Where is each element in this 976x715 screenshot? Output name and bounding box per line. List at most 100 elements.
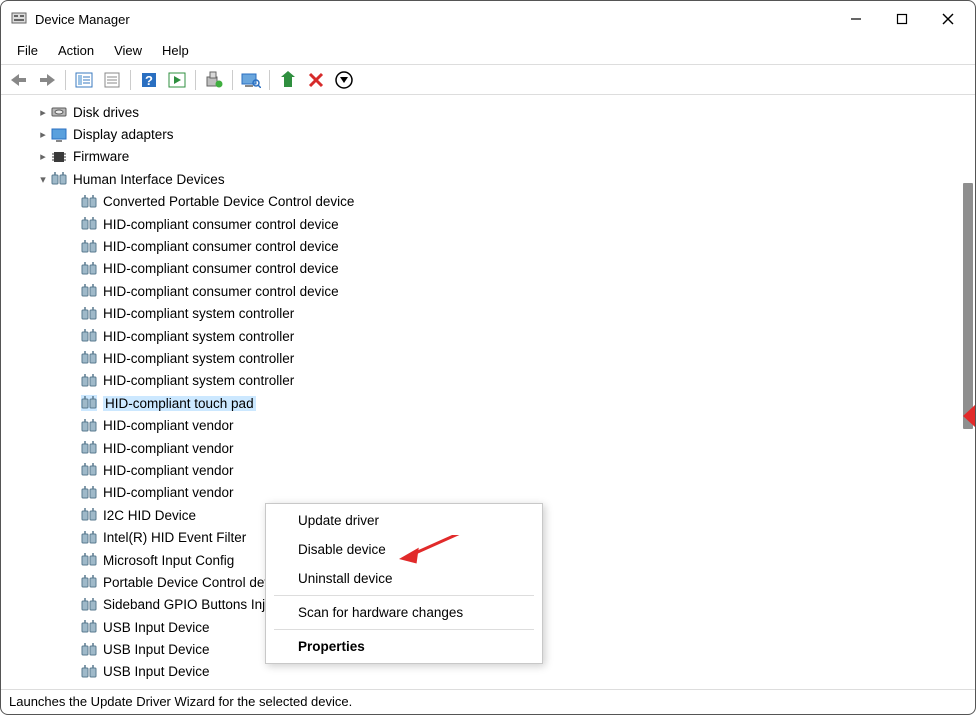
display-icon bbox=[51, 127, 67, 143]
back-icon[interactable] bbox=[7, 68, 31, 92]
hid-icon bbox=[51, 171, 67, 187]
tree-node[interactable]: HID-compliant system controller bbox=[21, 325, 961, 347]
tree-node-label: HID-compliant consumer control device bbox=[103, 261, 339, 276]
menu-view[interactable]: View bbox=[104, 40, 152, 61]
tree-node[interactable]: ▸Disk drives bbox=[21, 101, 961, 123]
expand-closed-icon[interactable]: ▸ bbox=[35, 150, 51, 163]
status-bar: Launches the Update Driver Wizard for th… bbox=[1, 690, 975, 714]
tree-node[interactable]: HID-compliant system controller bbox=[21, 370, 961, 392]
enable-device-icon[interactable] bbox=[276, 68, 300, 92]
menubar: File Action View Help bbox=[1, 37, 975, 65]
tree-node-label: HID-compliant vendor bbox=[103, 485, 234, 500]
tree-node[interactable]: HID-compliant vendor bbox=[21, 437, 961, 459]
scrollbar-thumb[interactable] bbox=[963, 183, 973, 429]
tree-node[interactable]: USB Input Device bbox=[21, 661, 961, 683]
tree-node[interactable]: ▸ Display adapters bbox=[21, 123, 961, 145]
titlebar[interactable]: Device Manager bbox=[1, 1, 975, 37]
vertical-scrollbar[interactable] bbox=[961, 99, 975, 685]
app-icon bbox=[11, 11, 27, 27]
help-icon[interactable]: ? bbox=[137, 68, 161, 92]
fw-icon bbox=[51, 149, 67, 165]
close-button[interactable] bbox=[925, 3, 971, 35]
tree-node[interactable]: HID-compliant vendor bbox=[21, 459, 961, 481]
svg-text:?: ? bbox=[145, 73, 153, 88]
tree-node-label: HID-compliant consumer control device bbox=[103, 284, 339, 299]
expand-open-icon[interactable]: ▾ bbox=[35, 173, 51, 186]
hid-icon bbox=[81, 485, 97, 501]
tree-node[interactable]: HID-compliant vendor bbox=[21, 414, 961, 436]
hid-icon bbox=[81, 530, 97, 546]
tree-node-label: HID-compliant system controller bbox=[103, 329, 294, 344]
ctx-uninstall-device[interactable]: Uninstall device bbox=[266, 564, 542, 593]
properties-icon[interactable] bbox=[100, 68, 124, 92]
hid-icon bbox=[81, 619, 97, 635]
tree-node-label: I2C HID Device bbox=[103, 508, 196, 523]
update-driver-icon[interactable] bbox=[202, 68, 226, 92]
tree-node-label: HID-compliant vendor bbox=[103, 463, 234, 478]
tree-node-label: Microsoft Input Config bbox=[103, 553, 234, 568]
hid-icon bbox=[81, 239, 97, 255]
context-menu: Update driver Disable device Uninstall d… bbox=[265, 503, 543, 664]
tree-node[interactable]: HID-compliant consumer control device bbox=[21, 235, 961, 257]
tree-node[interactable]: HID-compliant consumer control device bbox=[21, 258, 961, 280]
minimize-button[interactable] bbox=[833, 3, 879, 35]
tree-node[interactable]: ▾ Human Interface Devices bbox=[21, 168, 961, 190]
action-panel-icon[interactable] bbox=[165, 68, 189, 92]
hid-icon bbox=[81, 350, 97, 366]
tree-node-label: HID-compliant system controller bbox=[103, 306, 294, 321]
hid-icon bbox=[81, 462, 97, 478]
annotation-caret-icon bbox=[959, 405, 975, 427]
ctx-separator bbox=[274, 629, 534, 630]
tree-node-label: HID-compliant system controller bbox=[103, 373, 294, 388]
hid-icon bbox=[81, 664, 97, 680]
ctx-disable-device[interactable]: Disable device bbox=[266, 535, 542, 564]
menu-file[interactable]: File bbox=[7, 40, 48, 61]
tree-node[interactable]: HID-compliant consumer control device bbox=[21, 213, 961, 235]
hid-icon bbox=[81, 261, 97, 277]
tree-node[interactable]: HID-compliant system controller bbox=[21, 347, 961, 369]
uninstall-device-icon[interactable] bbox=[332, 68, 356, 92]
disable-device-icon[interactable] bbox=[304, 68, 328, 92]
tree-node-label: Converted Portable Device Control device bbox=[103, 194, 354, 209]
ctx-properties[interactable]: Properties bbox=[266, 632, 542, 661]
tree-node[interactable]: HID-compliant consumer control device bbox=[21, 280, 961, 302]
hid-icon bbox=[81, 440, 97, 456]
forward-icon[interactable] bbox=[35, 68, 59, 92]
menu-action[interactable]: Action bbox=[48, 40, 104, 61]
tree-node[interactable]: ▸Firmware bbox=[21, 146, 961, 168]
hid-icon bbox=[81, 194, 97, 210]
toolbar: ? bbox=[1, 65, 975, 95]
tree-node-label: HID-compliant vendor bbox=[103, 418, 234, 433]
hid-icon bbox=[81, 642, 97, 658]
tree-node-label: USB Input Device bbox=[103, 664, 210, 679]
ctx-scan-hardware[interactable]: Scan for hardware changes bbox=[266, 598, 542, 627]
maximize-button[interactable] bbox=[879, 3, 925, 35]
tree-node[interactable]: HID-compliant system controller bbox=[21, 303, 961, 325]
tree-node-label: USB Input Device bbox=[103, 642, 210, 657]
expand-closed-icon[interactable]: ▸ bbox=[35, 128, 51, 141]
tree-node-label: Human Interface Devices bbox=[73, 172, 225, 187]
hid-icon bbox=[81, 418, 97, 434]
window-title: Device Manager bbox=[35, 12, 130, 27]
ctx-update-driver[interactable]: Update driver bbox=[266, 506, 542, 535]
tree-node[interactable]: HID-compliant vendor bbox=[21, 482, 961, 504]
content-area: ▸Disk drives▸Display adapters▸Firmware▾H… bbox=[1, 95, 975, 690]
tree-node[interactable]: HID-compliant touch pad bbox=[21, 392, 961, 414]
tree-node-label: USB Input Device bbox=[103, 620, 210, 635]
tree-node[interactable]: Converted Portable Device Control device bbox=[21, 191, 961, 213]
tree-node-label: HID-compliant vendor bbox=[103, 441, 234, 456]
hid-icon bbox=[81, 395, 97, 411]
show-hide-tree-icon[interactable] bbox=[72, 68, 96, 92]
menu-help[interactable]: Help bbox=[152, 40, 199, 61]
hid-icon bbox=[81, 507, 97, 523]
tree-node-label: Display adapters bbox=[73, 127, 174, 142]
hid-icon bbox=[81, 597, 97, 613]
disk-icon bbox=[51, 104, 67, 120]
device-manager-window: Device Manager File Action View Help ? ▸… bbox=[0, 0, 976, 715]
hid-icon bbox=[81, 328, 97, 344]
scan-hardware-icon[interactable] bbox=[239, 68, 263, 92]
expand-closed-icon[interactable]: ▸ bbox=[35, 106, 51, 119]
hid-icon bbox=[81, 306, 97, 322]
status-text: Launches the Update Driver Wizard for th… bbox=[9, 694, 352, 709]
hid-icon bbox=[81, 574, 97, 590]
